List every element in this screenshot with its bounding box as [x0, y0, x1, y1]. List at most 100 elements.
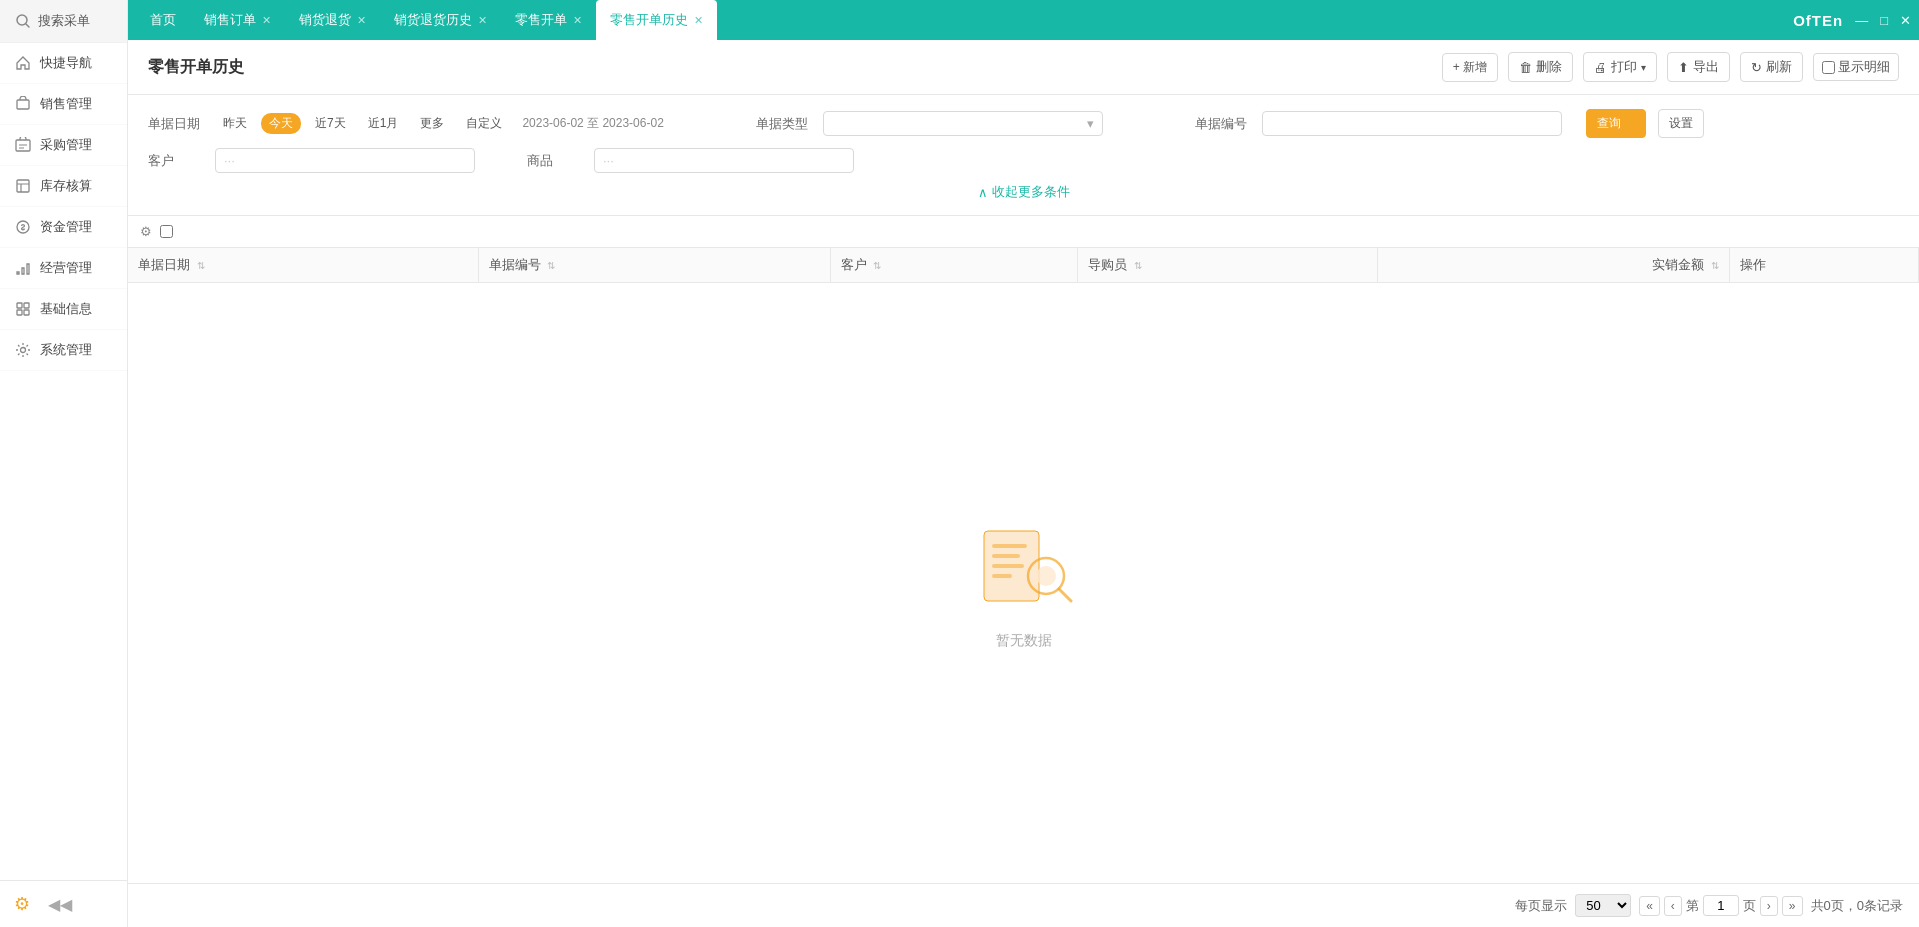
tab-sales-return-history[interactable]: 销货退货历史 ✕ — [380, 0, 501, 40]
first-page-button[interactable]: « — [1639, 896, 1660, 916]
collapse-filter-button[interactable]: ∧ 收起更多条件 — [978, 183, 1070, 201]
toolbar: + 新增 🗑 删除 🖨 打印 ▾ ⬆ 导出 ↻ 刷新 — [1442, 52, 1899, 82]
tab-home-label: 首页 — [150, 11, 176, 29]
date-opt-today[interactable]: 今天 — [261, 113, 301, 134]
tab-home[interactable]: 首页 — [136, 0, 190, 40]
date-filter-label: 单据日期 — [148, 115, 203, 133]
col-number[interactable]: 单据编号 ⇅ — [478, 248, 830, 283]
svg-rect-2 — [17, 100, 29, 109]
close-tab-sales-return-history[interactable]: ✕ — [478, 14, 487, 27]
col-salesperson[interactable]: 导购员 ⇅ — [1078, 248, 1378, 283]
date-opt-custom[interactable]: 自定义 — [458, 113, 510, 134]
per-page-select[interactable]: 50 10 20 100 — [1575, 894, 1631, 917]
sort-salesperson-icon: ⇅ — [1134, 260, 1142, 271]
number-filter-input[interactable] — [1262, 111, 1562, 136]
svg-rect-9 — [24, 310, 29, 315]
close-tab-sales-return[interactable]: ✕ — [357, 14, 366, 27]
sidebar-item-sales-mgmt[interactable]: 销售管理 — [0, 84, 127, 125]
table-toolbar: ⚙ — [128, 216, 1919, 248]
type-filter-select[interactable]: ▾ — [823, 111, 1103, 136]
page-title: 零售开单历史 — [148, 57, 244, 78]
tab-sales-order-label: 销售订单 — [204, 11, 256, 29]
sidebar-item-label: 销售管理 — [40, 95, 92, 113]
product-filter-select[interactable]: ··· — [594, 148, 854, 173]
close-tab-sales-order[interactable]: ✕ — [262, 14, 271, 27]
tab-retail-open-history[interactable]: 零售开单历史 ✕ — [596, 0, 717, 40]
tab-retail-open[interactable]: 零售开单 ✕ — [501, 0, 596, 40]
topbar-brand: OfTEn — [1793, 12, 1843, 29]
print-button[interactable]: 🖨 打印 ▾ — [1583, 52, 1657, 82]
svg-point-18 — [1036, 566, 1056, 586]
sidebar-item-operations[interactable]: 经营管理 — [0, 248, 127, 289]
total-info: 共0页，0条记录 — [1811, 897, 1903, 915]
sidebar-item-finance[interactable]: 资金管理 — [0, 207, 127, 248]
sidebar-item-quick-nav[interactable]: 快捷导航 — [0, 43, 127, 84]
window-maximize[interactable]: □ — [1880, 13, 1888, 28]
date-opt-more[interactable]: 更多 — [412, 113, 452, 134]
empty-illustration — [964, 516, 1084, 616]
sidebar-item-inventory[interactable]: 库存核算 — [0, 166, 127, 207]
sidebar-item-label: 快捷导航 — [40, 54, 92, 72]
close-tab-retail-open[interactable]: ✕ — [573, 14, 582, 27]
close-tab-retail-open-history[interactable]: ✕ — [694, 14, 703, 27]
svg-rect-12 — [992, 544, 1027, 548]
col-date[interactable]: 单据日期 ⇅ — [128, 248, 478, 283]
query-button[interactable]: 查询 — [1586, 109, 1646, 138]
export-button[interactable]: ⬆ 导出 — [1667, 52, 1730, 82]
date-opt-7days[interactable]: 近7天 — [307, 113, 354, 134]
sidebar-search[interactable]: 搜索采单 — [0, 0, 127, 43]
export-icon: ⬆ — [1678, 60, 1689, 75]
settings-bottom-icon[interactable]: ⚙ — [14, 893, 30, 915]
col-customer[interactable]: 客户 ⇅ — [830, 248, 1078, 283]
customer-filter-label: 客户 — [148, 152, 203, 170]
svg-point-10 — [21, 348, 26, 353]
tab-sales-return-label: 销货退货 — [299, 11, 351, 29]
pagination: 每页显示 50 10 20 100 « ‹ 第 页 › » 共0页，0条记录 — [128, 883, 1919, 927]
sidebar-item-purchase-mgmt[interactable]: 采购管理 — [0, 125, 127, 166]
refresh-button[interactable]: ↻ 刷新 — [1740, 52, 1803, 82]
delete-button[interactable]: 🗑 删除 — [1508, 52, 1573, 82]
product-filter-label: 商品 — [527, 152, 582, 170]
topbar: 首页 销售订单 ✕ 销货退货 ✕ 销货退货历史 ✕ 零售开单 ✕ 零售开单历史 … — [128, 0, 1919, 40]
window-minimize[interactable]: — — [1855, 13, 1868, 28]
table-settings-icon[interactable]: ⚙ — [140, 224, 152, 239]
type-select-arrow: ▾ — [1087, 116, 1094, 131]
last-page-button[interactable]: » — [1782, 896, 1803, 916]
settings-button[interactable]: 设置 — [1658, 109, 1704, 138]
sales-icon — [14, 95, 32, 113]
collapse-up-icon: ∧ — [978, 185, 988, 200]
main-area: 首页 销售订单 ✕ 销货退货 ✕ 销货退货历史 ✕ 零售开单 ✕ 零售开单历史 … — [128, 0, 1919, 927]
customer-dots: ··· — [224, 153, 235, 168]
table-area: ⚙ 单据日期 ⇅ 单据编号 ⇅ — [128, 216, 1919, 927]
sidebar-item-label: 系统管理 — [40, 341, 92, 359]
sidebar-item-system[interactable]: 系统管理 — [0, 330, 127, 371]
display-detail-checkbox[interactable] — [1822, 61, 1835, 74]
date-opt-yesterday[interactable]: 昨天 — [215, 113, 255, 134]
date-filter-options: 昨天 今天 近7天 近1月 更多 自定义 2023-06-02 至 2023-0… — [215, 113, 664, 134]
window-close[interactable]: ✕ — [1900, 13, 1911, 28]
sidebar-search-label: 搜索采单 — [38, 12, 90, 30]
sidebar-item-basic-info[interactable]: 基础信息 — [0, 289, 127, 330]
product-dots: ··· — [603, 153, 614, 168]
col-amount[interactable]: 实销金额 ⇅ — [1378, 248, 1730, 283]
sidebar: 搜索采单 快捷导航 销售管理 采购管理 库存核算 资金管理 经营管理 — [0, 0, 128, 927]
date-opt-1month[interactable]: 近1月 — [360, 113, 407, 134]
display-detail-button[interactable]: 显示明细 — [1813, 53, 1899, 81]
type-filter-label: 单据类型 — [756, 115, 811, 133]
customer-filter-select[interactable]: ··· — [215, 148, 475, 173]
select-all-checkbox[interactable] — [160, 225, 173, 238]
filter-row-1: 单据日期 昨天 今天 近7天 近1月 更多 自定义 2023-06-02 至 2… — [148, 109, 1899, 138]
prev-page-button[interactable]: ‹ — [1664, 896, 1682, 916]
svg-rect-7 — [24, 303, 29, 308]
tab-sales-return[interactable]: 销货退货 ✕ — [285, 0, 380, 40]
empty-state: 暂无数据 — [128, 283, 1919, 883]
add-button[interactable]: + 新增 — [1442, 53, 1498, 82]
collapse-sidebar-icon[interactable]: ◀◀ — [48, 895, 72, 914]
next-page-button[interactable]: › — [1760, 896, 1778, 916]
svg-rect-15 — [992, 574, 1012, 578]
svg-rect-4 — [17, 180, 29, 192]
sidebar-bottom: ⚙ ◀◀ — [0, 880, 127, 927]
collapse-filter-label: 收起更多条件 — [992, 183, 1070, 201]
current-page-input[interactable] — [1703, 895, 1739, 916]
tab-sales-order[interactable]: 销售订单 ✕ — [190, 0, 285, 40]
